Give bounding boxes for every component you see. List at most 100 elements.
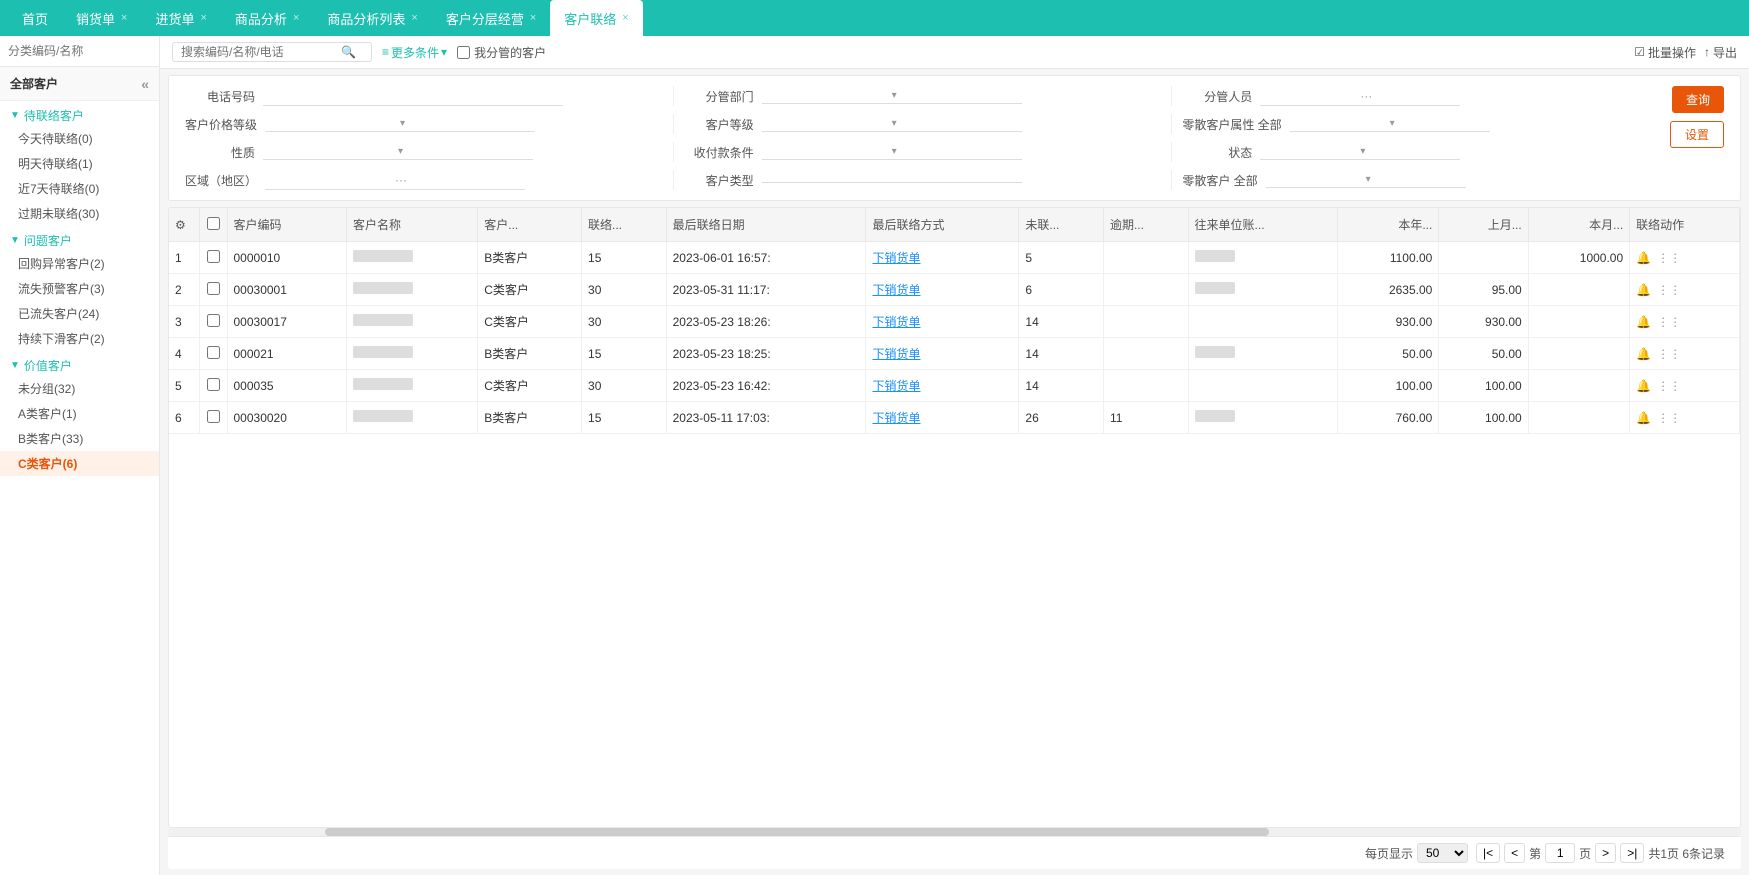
- sidebar-item-已流失客户(24)[interactable]: 已流失客户(24): [0, 301, 159, 326]
- last-page-btn[interactable]: >|: [1620, 843, 1644, 863]
- page-number-input[interactable]: [1545, 843, 1575, 863]
- nav-item-客户分层经营[interactable]: 客户分层经营×: [432, 0, 550, 36]
- row-checkbox-cell[interactable]: [199, 338, 227, 370]
- contact-icon[interactable]: 🔔: [1636, 411, 1651, 425]
- filter-price-level-select[interactable]: ▾: [265, 116, 535, 132]
- nav-item-商品分析列表[interactable]: 商品分析列表×: [313, 0, 431, 36]
- more-icon[interactable]: ⋮⋮: [1657, 283, 1681, 297]
- filter-customer-level-select[interactable]: ▾: [762, 116, 1022, 132]
- sidebar-item-A类客户(1)[interactable]: A类客户(1): [0, 401, 159, 426]
- prev-page-btn[interactable]: <: [1504, 843, 1525, 863]
- settings-button[interactable]: 设置: [1670, 121, 1724, 148]
- sidebar-item-C类客户(6)[interactable]: C类客户(6): [0, 451, 159, 476]
- filter-payment-select[interactable]: ▾: [762, 144, 1022, 160]
- sidebar-item-持续下滑客户(2)[interactable]: 持续下滑客户(2): [0, 326, 159, 351]
- row-last-method[interactable]: 下销货单: [866, 274, 1019, 306]
- row-actions[interactable]: 🔔 ⋮⋮: [1630, 274, 1740, 306]
- contact-icon[interactable]: 🔔: [1636, 347, 1651, 361]
- contact-icon[interactable]: 🔔: [1636, 315, 1651, 329]
- scrollbar-thumb[interactable]: [325, 828, 1269, 836]
- row-checkbox-cell[interactable]: [199, 306, 227, 338]
- row-checkbox-cell[interactable]: [199, 402, 227, 434]
- more-icon[interactable]: ⋮⋮: [1657, 251, 1681, 265]
- batch-ops-btn[interactable]: ☑ 批量操作: [1634, 44, 1696, 61]
- row-checkbox[interactable]: [207, 410, 220, 423]
- sidebar-search-input[interactable]: [8, 44, 160, 58]
- row-last-month: 100.00: [1439, 370, 1528, 402]
- row-actions[interactable]: 🔔 ⋮⋮: [1630, 370, 1740, 402]
- search-input[interactable]: [181, 45, 341, 59]
- row-checkbox-cell[interactable]: [199, 242, 227, 274]
- nav-item-商品分析[interactable]: 商品分析×: [221, 0, 313, 36]
- close-icon[interactable]: ×: [411, 12, 417, 24]
- row-last-method[interactable]: 下销货单: [866, 242, 1019, 274]
- row-checkbox[interactable]: [207, 250, 220, 263]
- sidebar-item-近7天待联络(0)[interactable]: 近7天待联络(0): [0, 176, 159, 201]
- row-checkbox[interactable]: [207, 282, 220, 295]
- filter-dept-select[interactable]: ▾: [762, 88, 1022, 104]
- filter-nature-select[interactable]: ▾: [263, 144, 533, 160]
- row-last-method[interactable]: 下销货单: [866, 370, 1019, 402]
- row-actions[interactable]: 🔔 ⋮⋮: [1630, 306, 1740, 338]
- search-icon[interactable]: 🔍: [341, 45, 356, 59]
- sidebar-item-回购异常客户(2)[interactable]: 回购异常客户(2): [0, 251, 159, 276]
- per-page-select[interactable]: 50 100 200: [1417, 843, 1468, 863]
- filter-retail-customer-select[interactable]: ▾: [1266, 172, 1466, 188]
- sidebar-item-过期未联络(30)[interactable]: 过期未联络(30): [0, 201, 159, 226]
- sidebar-item-流失预警客户(3)[interactable]: 流失预警客户(3): [0, 276, 159, 301]
- next-page-btn[interactable]: >: [1595, 843, 1616, 863]
- select-all-checkbox[interactable]: [207, 217, 220, 230]
- close-icon[interactable]: ×: [293, 12, 299, 24]
- row-actions[interactable]: 🔔 ⋮⋮: [1630, 242, 1740, 274]
- filter-customer-type-select[interactable]: [762, 178, 1022, 183]
- nav-item-销货单[interactable]: 销货单×: [62, 0, 141, 36]
- row-actions[interactable]: 🔔 ⋮⋮: [1630, 338, 1740, 370]
- filter-region-select[interactable]: ···: [265, 171, 525, 190]
- query-button[interactable]: 查询: [1672, 86, 1724, 113]
- sidebar-group-问题客户[interactable]: ▼问题客户: [0, 226, 159, 251]
- sidebar-item-今天待联络(0)[interactable]: 今天待联络(0): [0, 126, 159, 151]
- row-actions[interactable]: 🔔 ⋮⋮: [1630, 402, 1740, 434]
- export-btn[interactable]: ↑ 导出: [1704, 44, 1737, 61]
- close-icon[interactable]: ×: [530, 12, 536, 24]
- row-last-method[interactable]: 下销货单: [866, 306, 1019, 338]
- nav-item-客户联络[interactable]: 客户联络×: [550, 0, 642, 36]
- sidebar-item-B类客户(33)[interactable]: B类客户(33): [0, 426, 159, 451]
- filter-retail-attr-select[interactable]: ▾: [1290, 116, 1490, 132]
- row-last-method[interactable]: 下销货单: [866, 402, 1019, 434]
- filter-status-select[interactable]: ▾: [1260, 144, 1460, 160]
- settings-col-header[interactable]: ⚙: [169, 208, 199, 242]
- close-icon[interactable]: ×: [200, 12, 206, 24]
- sidebar-group-待联络客户[interactable]: ▼待联络客户: [0, 101, 159, 126]
- sidebar-group-价值客户[interactable]: ▼价值客户: [0, 351, 159, 376]
- row-checkbox-cell[interactable]: [199, 370, 227, 402]
- close-icon[interactable]: ×: [121, 12, 127, 24]
- sidebar-item-未分组(32)[interactable]: 未分组(32): [0, 376, 159, 401]
- horizontal-scrollbar[interactable]: [168, 828, 1741, 836]
- row-checkbox[interactable]: [207, 314, 220, 327]
- checkbox-col-header[interactable]: [199, 208, 227, 242]
- filter-manager-select[interactable]: ···: [1260, 87, 1460, 106]
- contact-icon[interactable]: 🔔: [1636, 283, 1651, 297]
- sidebar-item-明天待联络(1)[interactable]: 明天待联络(1): [0, 151, 159, 176]
- more-icon[interactable]: ⋮⋮: [1657, 411, 1681, 425]
- contact-icon[interactable]: 🔔: [1636, 379, 1651, 393]
- row-checkbox[interactable]: [207, 346, 220, 359]
- row-checkbox[interactable]: [207, 378, 220, 391]
- all-customers-header[interactable]: 全部客户 «: [0, 67, 159, 101]
- nav-item-进货单[interactable]: 进货单×: [141, 0, 220, 36]
- nav-item-首页[interactable]: 首页: [8, 0, 62, 36]
- filter-region: 区域（地区） ···: [185, 171, 663, 190]
- more-conditions-btn[interactable]: ≡ 更多条件 ▾: [382, 44, 447, 61]
- row-checkbox-cell[interactable]: [199, 274, 227, 306]
- my-customers-check[interactable]: [457, 46, 470, 59]
- contact-icon[interactable]: 🔔: [1636, 251, 1651, 265]
- more-icon[interactable]: ⋮⋮: [1657, 315, 1681, 329]
- filter-phone-input[interactable]: [263, 87, 563, 106]
- row-last-method[interactable]: 下销货单: [866, 338, 1019, 370]
- my-customers-checkbox[interactable]: 我分管的客户: [457, 44, 546, 61]
- more-icon[interactable]: ⋮⋮: [1657, 379, 1681, 393]
- first-page-btn[interactable]: |<: [1476, 843, 1500, 863]
- more-icon[interactable]: ⋮⋮: [1657, 347, 1681, 361]
- close-icon[interactable]: ×: [622, 12, 628, 24]
